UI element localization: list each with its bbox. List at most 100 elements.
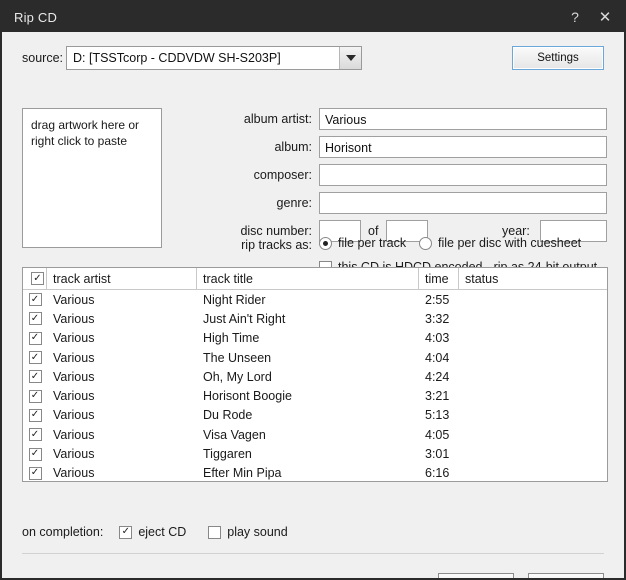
cell-time: 3:32 xyxy=(425,311,450,326)
table-row[interactable]: ✓ Various High Time 4:03 xyxy=(23,329,607,348)
radio-unselected-icon xyxy=(419,236,432,250)
checkbox-checked-icon: ✓ xyxy=(28,447,42,461)
track-checkbox[interactable]: ✓ xyxy=(23,466,47,480)
column-header-time[interactable]: time xyxy=(419,268,459,289)
track-checkbox[interactable]: ✓ xyxy=(23,331,47,345)
chevron-down-icon[interactable] xyxy=(339,47,361,69)
track-checkbox[interactable]: ✓ xyxy=(23,351,47,365)
rip-cd-dialog: Rip CD ? ✕ source: D: [TSSTcorp - CDDVDW… xyxy=(0,0,626,580)
checkbox-checked-icon: ✓ xyxy=(28,293,42,307)
table-row[interactable]: ✓ Various Tiggaren 3:01 xyxy=(23,444,607,463)
genre-row: genre: xyxy=(2,192,624,220)
cell-track-title: Night Rider xyxy=(203,292,266,307)
help-icon[interactable]: ? xyxy=(560,2,590,32)
checkbox-eject-cd-label: eject CD xyxy=(138,525,187,539)
footer-divider xyxy=(22,553,604,554)
cell-time: 3:21 xyxy=(425,389,450,404)
checkbox-checked-icon: ✓ xyxy=(28,351,42,365)
checkbox-checked-icon: ✓ xyxy=(28,370,42,384)
cell-track-artist: Various xyxy=(53,408,95,423)
start-rip-button[interactable]: Start Rip xyxy=(438,573,514,578)
column-header-track-title[interactable]: track title xyxy=(197,268,419,289)
table-row[interactable]: ✓ Various Just Ain't Right 3:32 xyxy=(23,309,607,328)
source-dropdown-value: D: [TSSTcorp - CDDVDW SH-S203P] xyxy=(73,51,281,65)
radio-file-per-disc-label: file per disc with cuesheet xyxy=(438,236,582,250)
cell-track-artist: Various xyxy=(53,350,95,365)
checkbox-checked-icon: ✓ xyxy=(28,389,42,403)
table-row[interactable]: ✓ Various Oh, My Lord 4:24 xyxy=(23,367,607,386)
composer-field[interactable] xyxy=(319,164,607,186)
table-row[interactable]: ✓ Various Du Rode 5:13 xyxy=(23,406,607,425)
genre-field[interactable] xyxy=(319,192,607,214)
cell-track-title: The Unseen xyxy=(203,350,272,365)
cell-track-artist: Various xyxy=(53,331,95,346)
checkbox-checked-icon: ✓ xyxy=(31,272,44,285)
cell-track-artist: Various xyxy=(53,389,95,404)
rip-tracks-as-label: rip tracks as: xyxy=(241,238,312,252)
cell-time: 6:16 xyxy=(425,466,450,481)
window-title: Rip CD xyxy=(14,9,58,25)
cell-time: 5:13 xyxy=(425,408,450,423)
checkbox-eject-cd[interactable]: ✓ eject CD xyxy=(119,525,186,539)
cell-track-artist: Various xyxy=(53,311,95,326)
cell-track-title: Tiggaren xyxy=(203,447,252,462)
cell-track-artist: Various xyxy=(53,369,95,384)
cell-track-title: High Time xyxy=(203,331,260,346)
track-checkbox[interactable]: ✓ xyxy=(23,447,47,461)
source-label: source: xyxy=(22,51,63,65)
track-checkbox[interactable]: ✓ xyxy=(23,293,47,307)
close-icon[interactable]: ✕ xyxy=(590,2,620,32)
dialog-body: source: D: [TSSTcorp - CDDVDW SH-S203P] … xyxy=(2,32,624,578)
table-row[interactable]: ✓ Various Efter Min Pipa 6:16 xyxy=(23,464,607,481)
table-row[interactable]: ✓ Various Horisont Boogie 3:21 xyxy=(23,386,607,405)
composer-label: composer: xyxy=(253,168,312,182)
album-artist-field[interactable]: Various xyxy=(319,108,607,130)
cell-time: 4:24 xyxy=(425,369,450,384)
track-checkbox[interactable]: ✓ xyxy=(23,428,47,442)
checkbox-unchecked-icon xyxy=(208,525,222,539)
cell-track-title: Oh, My Lord xyxy=(203,369,272,384)
radio-file-per-track[interactable]: file per track xyxy=(319,236,406,250)
settings-button[interactable]: Settings xyxy=(512,46,604,70)
cell-track-title: Horisont Boogie xyxy=(203,389,292,404)
source-row: source: D: [TSSTcorp - CDDVDW SH-S203P] … xyxy=(2,46,624,72)
select-all-checkbox[interactable]: ✓ xyxy=(23,268,47,289)
album-field[interactable]: Horisont xyxy=(319,136,607,158)
cell-time: 4:03 xyxy=(425,331,450,346)
radio-file-per-disc[interactable]: file per disc with cuesheet xyxy=(419,236,581,250)
cell-track-artist: Various xyxy=(53,427,95,442)
track-checkbox[interactable]: ✓ xyxy=(23,389,47,403)
close-button[interactable]: Close xyxy=(528,573,604,578)
radio-selected-icon xyxy=(319,236,332,250)
cell-time: 4:05 xyxy=(425,427,450,442)
rip-tracks-as-row: rip tracks as: file per track file per d… xyxy=(2,236,624,256)
checkbox-play-sound[interactable]: play sound xyxy=(208,525,288,539)
cell-track-title: Du Rode xyxy=(203,408,253,423)
composer-row: composer: xyxy=(2,164,624,192)
album-label: album: xyxy=(274,140,312,154)
track-checkbox[interactable]: ✓ xyxy=(23,408,47,422)
table-row[interactable]: ✓ Various Visa Vagen 4:05 xyxy=(23,425,607,444)
checkbox-checked-icon: ✓ xyxy=(28,331,42,345)
cell-track-title: Visa Vagen xyxy=(203,427,266,442)
table-row[interactable]: ✓ Various Night Rider 2:55 xyxy=(23,290,607,309)
album-artist-row: album artist: Various xyxy=(2,108,624,136)
cell-track-title: Just Ain't Right xyxy=(203,311,286,326)
table-row[interactable]: ✓ Various The Unseen 4:04 xyxy=(23,348,607,367)
cell-track-artist: Various xyxy=(53,466,95,481)
source-dropdown[interactable]: D: [TSSTcorp - CDDVDW SH-S203P] xyxy=(66,46,362,70)
track-list-header: ✓ track artist track title time status xyxy=(23,268,607,290)
checkbox-checked-icon: ✓ xyxy=(28,428,42,442)
genre-label: genre: xyxy=(276,196,312,210)
track-list[interactable]: ✓ track artist track title time status ✓… xyxy=(22,267,608,482)
footer: minimise to status bar when rip starts S… xyxy=(2,568,624,578)
track-checkbox[interactable]: ✓ xyxy=(23,370,47,384)
window-controls: ? ✕ xyxy=(560,2,624,32)
track-checkbox[interactable]: ✓ xyxy=(23,312,47,326)
checkbox-checked-icon: ✓ xyxy=(28,312,42,326)
cell-time: 2:55 xyxy=(425,292,450,307)
column-header-status[interactable]: status xyxy=(459,268,607,289)
cell-track-artist: Various xyxy=(53,292,95,307)
album-row: album: Horisont xyxy=(2,136,624,164)
column-header-track-artist[interactable]: track artist xyxy=(47,268,197,289)
